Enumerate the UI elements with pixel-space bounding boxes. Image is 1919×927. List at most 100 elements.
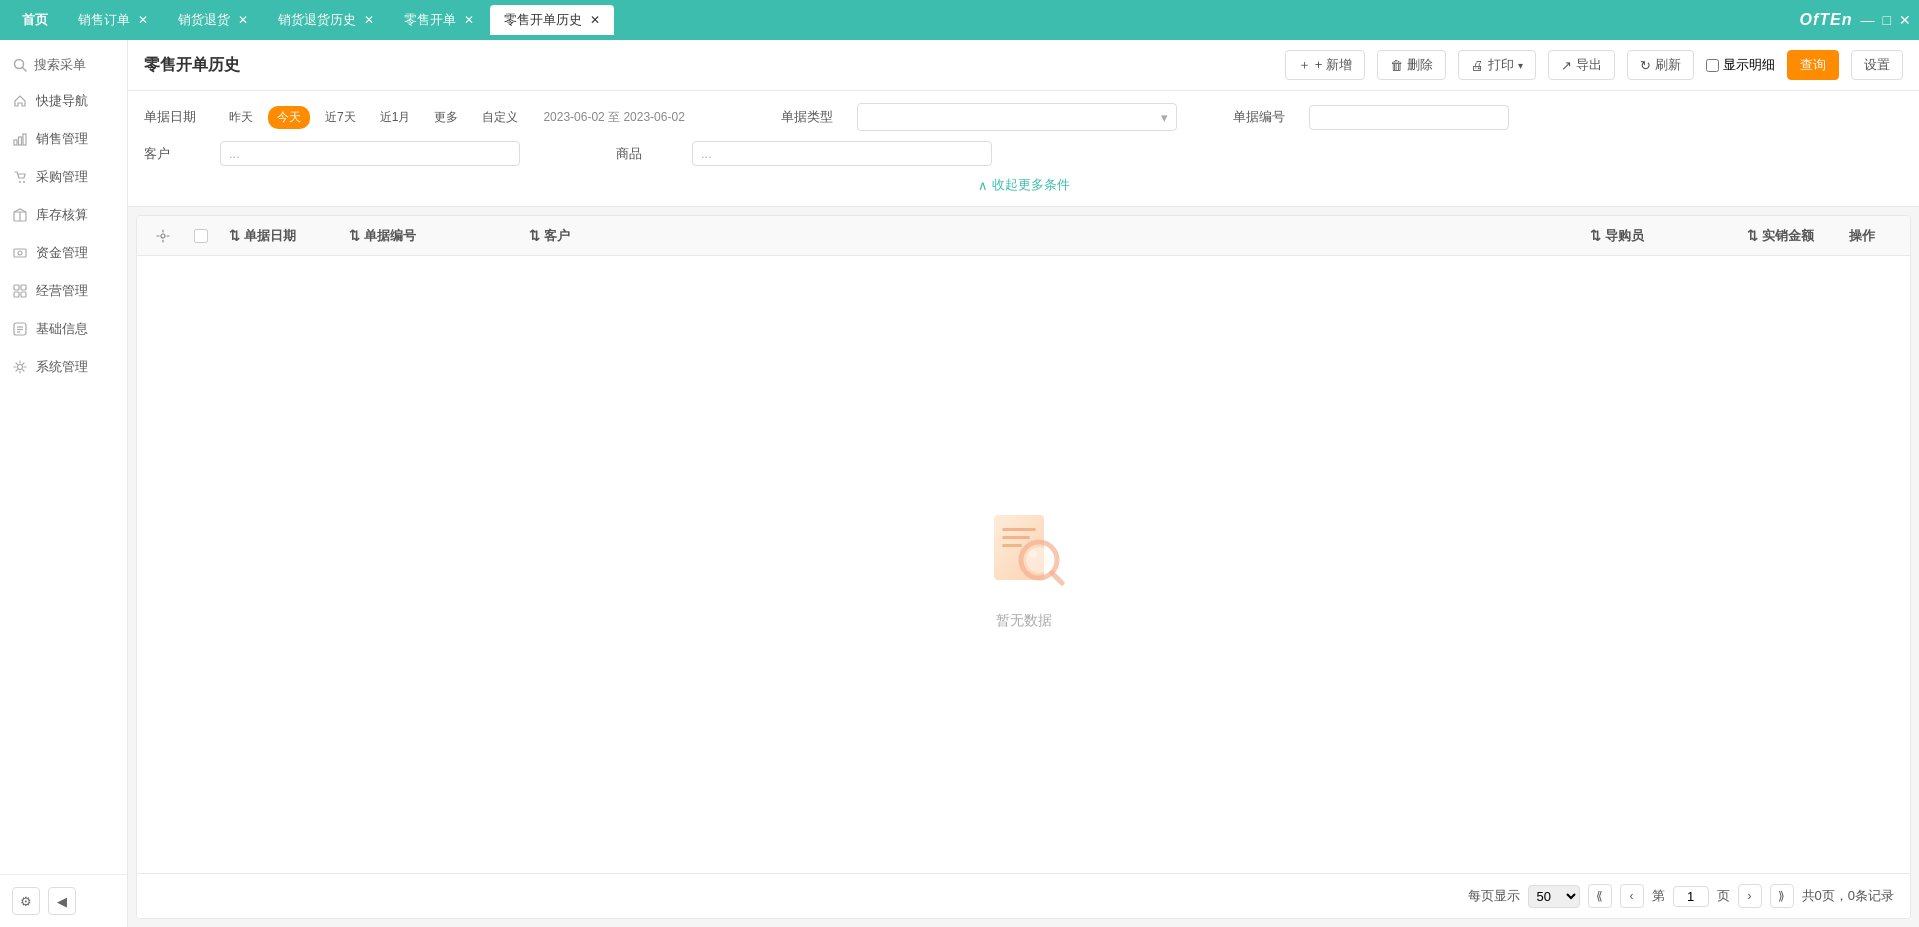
date-last7-btn[interactable]: 近7天	[316, 106, 365, 129]
window-min-btn[interactable]: —	[1861, 12, 1875, 28]
window-controls: OfTEn — □ ✕	[1800, 11, 1911, 29]
col-guide-label: 导购员	[1605, 227, 1644, 245]
col-amount-label: 实销金额	[1762, 227, 1814, 245]
svg-point-28	[1029, 550, 1037, 558]
window-close-btn[interactable]: ✕	[1899, 12, 1911, 28]
date-today-btn[interactable]: 今天	[268, 106, 310, 129]
tab-sales-order[interactable]: 销售订单 ✕	[64, 5, 162, 35]
sidebar-search-label: 搜索采单	[34, 56, 86, 74]
col-customer-header[interactable]: ⇅ 客户	[521, 227, 1582, 245]
date-custom-btn[interactable]: 自定义	[473, 106, 527, 129]
prev-page-btn[interactable]: ‹	[1620, 884, 1644, 908]
col-guide-header[interactable]: ⇅ 导购员	[1582, 227, 1702, 245]
sidebar-item-base-info[interactable]: 基础信息	[0, 310, 127, 348]
show-detail-toggle[interactable]: 显示明细	[1706, 56, 1775, 74]
sidebar-item-quick-nav[interactable]: 快捷导航	[0, 82, 127, 120]
per-page-select[interactable]: 50 20 100 200	[1528, 885, 1580, 908]
operations-icon	[12, 283, 28, 299]
print-chevron-icon: ▾	[1518, 60, 1523, 71]
date-last1m-btn[interactable]: 近1月	[371, 106, 420, 129]
last-page-btn[interactable]: ⟫	[1770, 884, 1794, 908]
next-page-btn[interactable]: ›	[1738, 884, 1762, 908]
sidebar-item-finance[interactable]: 资金管理	[0, 234, 127, 272]
col-settings[interactable]	[145, 229, 181, 243]
toolbar: ＋ + 新增 🗑 删除 🖨 打印 ▾ ↗ 导出 ↻	[1285, 50, 1903, 80]
customer-label: 客户	[144, 145, 204, 163]
type-select[interactable]: ▾	[857, 103, 1177, 131]
sidebar-search[interactable]: 搜索采单	[0, 48, 127, 82]
tab-retail-open-history[interactable]: 零售开单历史 ✕	[490, 5, 614, 35]
empty-text: 暂无数据	[996, 612, 1052, 630]
sidebar-item-inventory[interactable]: 库存核算	[0, 196, 127, 234]
window-max-btn[interactable]: □	[1883, 12, 1891, 28]
svg-rect-4	[23, 134, 26, 145]
svg-point-10	[18, 251, 22, 255]
export-icon: ↗	[1561, 58, 1572, 73]
page-number-input[interactable]	[1673, 886, 1709, 907]
svg-rect-3	[19, 137, 22, 145]
sidebar-item-sales-mgmt-label: 销售管理	[36, 130, 88, 148]
refresh-icon: ↻	[1640, 58, 1651, 73]
sidebar-settings-btn[interactable]: ⚙	[12, 887, 40, 915]
sidebar-item-operations-label: 经营管理	[36, 282, 88, 300]
chevron-down-icon: ▾	[1161, 110, 1168, 125]
box-icon	[12, 207, 28, 223]
brand-text: OfTEn	[1800, 11, 1853, 29]
tab-sales-order-label: 销售订单	[78, 11, 130, 29]
sidebar-item-system[interactable]: 系统管理	[0, 348, 127, 386]
date-label: 单据日期	[144, 108, 204, 126]
delete-button[interactable]: 🗑 删除	[1377, 50, 1446, 80]
date-range-text: 2023-06-02 至 2023-06-02	[543, 109, 684, 126]
goods-input[interactable]	[692, 141, 992, 166]
show-detail-checkbox[interactable]	[1706, 59, 1719, 72]
date-more-btn[interactable]: 更多	[425, 106, 467, 129]
sidebar: 搜索采单 快捷导航 销售管理	[0, 40, 128, 927]
col-checkbox[interactable]	[181, 229, 221, 243]
col-amount-header[interactable]: ⇅ 实销金额	[1702, 227, 1822, 245]
select-all-checkbox[interactable]	[194, 229, 208, 243]
tab-sales-return-history-close[interactable]: ✕	[364, 13, 374, 27]
query-button[interactable]: 查询	[1787, 50, 1839, 80]
col-date-header[interactable]: ⇅ 单据日期	[221, 227, 341, 245]
tab-retail-open-history-close[interactable]: ✕	[590, 13, 600, 27]
settings-button[interactable]: 设置	[1851, 50, 1903, 80]
sidebar-bottom: ⚙ ◀	[0, 874, 127, 927]
tab-sales-return[interactable]: 销货退货 ✕	[164, 5, 262, 35]
col-num-header[interactable]: ⇅ 单据编号	[341, 227, 521, 245]
money-icon	[12, 245, 28, 261]
sidebar-item-system-label: 系统管理	[36, 358, 88, 376]
sidebar-item-operations[interactable]: 经营管理	[0, 272, 127, 310]
tab-retail-open[interactable]: 零售开单 ✕	[390, 5, 488, 35]
svg-line-1	[23, 68, 27, 72]
show-detail-label: 显示明细	[1723, 56, 1775, 74]
shopping-icon	[12, 169, 28, 185]
num-input[interactable]	[1309, 105, 1509, 130]
export-button[interactable]: ↗ 导出	[1548, 50, 1615, 80]
tab-home[interactable]: 首页	[8, 5, 62, 35]
tab-sales-return-history-label: 销货退货历史	[278, 11, 356, 29]
sidebar-item-sales-mgmt[interactable]: 销售管理	[0, 120, 127, 158]
filter-area: 单据日期 昨天 今天 近7天 近1月 更多 自定义 2023-06-02 至 2…	[128, 91, 1919, 207]
customer-input[interactable]	[220, 141, 520, 166]
tab-sales-order-close[interactable]: ✕	[138, 13, 148, 27]
tab-sales-return-close[interactable]: ✕	[238, 13, 248, 27]
tab-sales-return-history[interactable]: 销货退货历史 ✕	[264, 5, 388, 35]
sidebar-collapse-btn[interactable]: ◀	[48, 887, 76, 915]
num-label: 单据编号	[1233, 108, 1293, 126]
sidebar-item-purchase-mgmt[interactable]: 采购管理	[0, 158, 127, 196]
tab-home-label: 首页	[22, 11, 48, 29]
chevron-up-icon: ∧	[978, 178, 988, 193]
svg-rect-2	[14, 140, 17, 145]
main-layout: 搜索采单 快捷导航 销售管理	[0, 40, 1919, 927]
tab-retail-open-close[interactable]: ✕	[464, 13, 474, 27]
add-button[interactable]: ＋ + 新增	[1285, 50, 1365, 80]
first-page-btn[interactable]: ⟪	[1588, 884, 1612, 908]
sidebar-item-purchase-mgmt-label: 采购管理	[36, 168, 88, 186]
refresh-button[interactable]: ↻ 刷新	[1627, 50, 1694, 80]
empty-illustration	[974, 500, 1074, 600]
page-header: 零售开单历史 ＋ + 新增 🗑 删除 🖨 打印 ▾ ↗ 导出	[128, 40, 1919, 91]
print-button[interactable]: 🖨 打印 ▾	[1458, 50, 1536, 80]
svg-rect-13	[14, 292, 19, 297]
collapse-bar[interactable]: ∧ 收起更多条件	[144, 176, 1903, 194]
date-yesterday-btn[interactable]: 昨天	[220, 106, 262, 129]
